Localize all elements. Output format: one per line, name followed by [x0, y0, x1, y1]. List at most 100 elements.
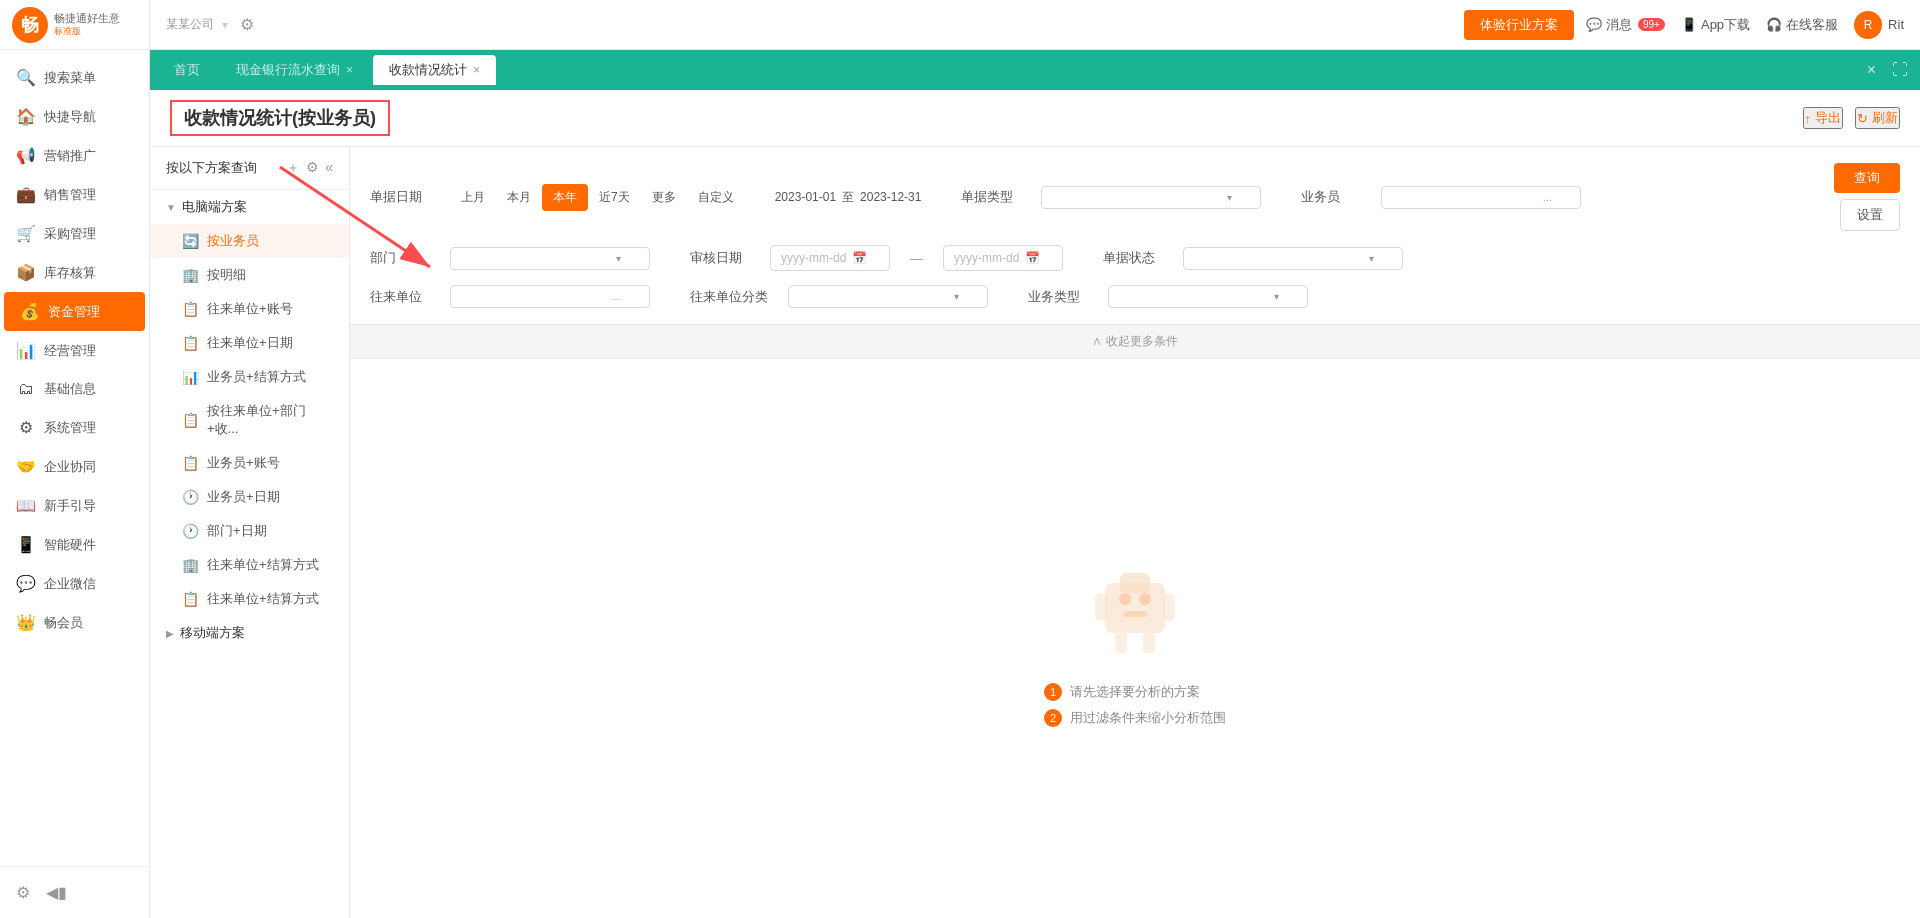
wechat-icon: 💬 [16, 574, 36, 593]
collapse-sidebar-icon[interactable]: ◀▮ [46, 883, 67, 902]
collapse-scheme-icon[interactable]: « [325, 159, 333, 177]
sidebar-item-marketing[interactable]: 📢 营销推广 [0, 136, 149, 175]
tab-receipt-stats[interactable]: 收款情况统计 × [373, 55, 496, 85]
setting-button[interactable]: 设置 [1840, 199, 1900, 231]
date-range: 2023-01-01 至 2023-12-31 [775, 189, 922, 206]
svg-point-2 [1119, 593, 1131, 605]
sidebar-item-purchase[interactable]: 🛒 采购管理 [0, 214, 149, 253]
online-service-area[interactable]: 🎧 在线客服 [1766, 16, 1838, 34]
svg-rect-4 [1123, 611, 1147, 617]
salesperson-arrow-icon: … [1542, 192, 1552, 203]
sidebar-item-system[interactable]: ⚙ 系统管理 [0, 408, 149, 447]
pc-section-arrow-icon: ▼ [166, 202, 176, 213]
sidebar-item-member[interactable]: 👑 畅会员 [0, 603, 149, 642]
sidebar-item-enterprise[interactable]: 🤝 企业协同 [0, 447, 149, 486]
scheme-item-unit-settle1[interactable]: 🏢 往来单位+结算方式 [150, 548, 349, 582]
export-button[interactable]: ↑ 导出 [1803, 107, 1844, 129]
salesperson-settle-icon: 📊 [182, 369, 199, 385]
hint-item-2: 2 用过滤条件来缩小分析范围 [1044, 709, 1226, 727]
by-salesperson-icon: 🔄 [182, 233, 199, 249]
hint-item-1: 1 请先选择要分析的方案 [1044, 683, 1226, 701]
sidebar-item-basic-info[interactable]: 🗂 基础信息 [0, 370, 149, 408]
member-icon: 👑 [16, 613, 36, 632]
message-area[interactable]: 💬 消息 99+ [1586, 16, 1665, 34]
dept-date-icon: 🕐 [182, 523, 199, 539]
shortcut-this-year[interactable]: 本年 [542, 184, 588, 211]
audit-date-from-calendar-icon: 📅 [852, 251, 867, 265]
scheme-item-unit-settle2[interactable]: 📋 往来单位+结算方式 [150, 582, 349, 616]
empty-hints: 1 请先选择要分析的方案 2 用过滤条件来缩小分析范围 [1044, 683, 1226, 735]
doc-type-select[interactable]: ▾ [1041, 186, 1261, 209]
collapse-bar[interactable]: ∧ 收起更多条件 [350, 325, 1920, 359]
audit-date-from[interactable]: yyyy-mm-dd 📅 [770, 245, 890, 271]
svg-rect-6 [1163, 593, 1175, 621]
sidebar-item-guide[interactable]: 📖 新手引导 [0, 486, 149, 525]
content-with-sidebar: 按以下方案查询 ＋ ⚙ « ▼ 电脑端方案 [150, 147, 1920, 918]
page-title: 收款情况统计(按业务员) [170, 100, 390, 136]
shortcut-last-month[interactable]: 上月 [450, 184, 496, 211]
operations-icon: 📊 [16, 341, 36, 360]
refresh-button[interactable]: ↻ 刷新 [1855, 107, 1900, 129]
sidebar-item-finance[interactable]: 💰 资金管理 [4, 292, 145, 331]
maximize-icon[interactable]: ⛶ [1888, 57, 1912, 83]
query-button[interactable]: 查询 [1834, 163, 1900, 193]
tab-bar-right: × ⛶ [1863, 57, 1912, 83]
tab-bar: 首页 现金银行流水查询 × 收款情况统计 × × ⛶ [150, 50, 1920, 90]
shortcut-more[interactable]: 更多 [641, 184, 687, 211]
partner-cat-select[interactable]: ▾ [788, 285, 988, 308]
scheme-section-pc: ▼ 电脑端方案 🔄 按业务员 🏢 按明细 📋 [150, 190, 349, 616]
page-content: 收款情况统计(按业务员) ↑ 导出 ↻ 刷新 按以下方 [150, 90, 1920, 918]
scheme-item-salesperson-settle[interactable]: 📊 业务员+结算方式 [150, 360, 349, 394]
sidebar-item-sales[interactable]: 💼 销售管理 [0, 175, 149, 214]
add-scheme-icon[interactable]: ＋ [286, 159, 300, 177]
partner-arrow-icon: … [611, 291, 621, 302]
sidebar-item-quick-nav[interactable]: 🏠 快捷导航 [0, 97, 149, 136]
close-window-icon[interactable]: × [1863, 57, 1880, 83]
svg-rect-8 [1143, 633, 1155, 653]
dept-select[interactable]: ▾ [450, 247, 650, 270]
shortcut-last-7[interactable]: 近7天 [588, 184, 641, 211]
trial-button[interactable]: 体验行业方案 [1464, 10, 1574, 40]
audit-date-to[interactable]: yyyy-mm-dd 📅 [943, 245, 1063, 271]
user-area[interactable]: R Rit [1854, 11, 1904, 39]
settings-icon[interactable]: ⚙ [16, 883, 30, 902]
sidebar-item-smart-hw[interactable]: 📱 智能硬件 [0, 525, 149, 564]
refresh-icon: ↻ [1857, 111, 1868, 126]
tab-bank-flow[interactable]: 现金银行流水查询 × [220, 55, 369, 85]
settings-scheme-icon[interactable]: ⚙ [306, 159, 319, 177]
inventory-icon: 📦 [16, 263, 36, 282]
unit-settle2-icon: 📋 [182, 591, 199, 607]
scheme-item-unit-date[interactable]: 📋 往来单位+日期 [150, 326, 349, 360]
scheme-item-salesperson-date[interactable]: 🕐 业务员+日期 [150, 480, 349, 514]
gear-settings-icon[interactable]: ⚙ [240, 15, 254, 34]
sidebar-item-wechat[interactable]: 💬 企业微信 [0, 564, 149, 603]
tab-bank-flow-close-icon[interactable]: × [346, 63, 353, 77]
salesperson-select[interactable]: … [1381, 186, 1581, 209]
partner-select[interactable]: … [450, 285, 650, 308]
doc-status-select[interactable]: ▾ [1183, 247, 1403, 270]
scheme-section-header-pc[interactable]: ▼ 电脑端方案 [150, 190, 349, 224]
biz-type-select[interactable]: ▾ [1108, 285, 1308, 308]
scheme-item-by-detail[interactable]: 🏢 按明细 [150, 258, 349, 292]
scheme-section-header-mobile[interactable]: ▶ 移动端方案 [150, 616, 349, 650]
scheme-item-salesperson-account[interactable]: 📋 业务员+账号 [150, 446, 349, 480]
empty-robot-image [1075, 543, 1195, 663]
enterprise-icon: 🤝 [16, 457, 36, 476]
app-download-area[interactable]: 📱 App下载 [1681, 16, 1750, 34]
scheme-item-unit-account[interactable]: 📋 往来单位+账号 [150, 292, 349, 326]
svg-rect-5 [1095, 593, 1107, 621]
sidebar-item-search[interactable]: 🔍 搜索菜单 [0, 58, 149, 97]
shortcut-this-month[interactable]: 本月 [496, 184, 542, 211]
scheme-item-dept-date[interactable]: 🕐 部门+日期 [150, 514, 349, 548]
tab-receipt-stats-close-icon[interactable]: × [473, 63, 480, 77]
scheme-item-unit-dept-recv[interactable]: 📋 按往来单位+部门+收... [150, 394, 349, 446]
shortcut-custom[interactable]: 自定义 [687, 184, 745, 211]
scheme-item-by-salesperson[interactable]: 🔄 按业务员 [150, 224, 349, 258]
doc-type-label: 单据类型 [961, 188, 1021, 206]
tab-home[interactable]: 首页 [158, 55, 216, 85]
by-detail-icon: 🏢 [182, 267, 199, 283]
sidebar-item-inventory[interactable]: 📦 库存核算 [0, 253, 149, 292]
page-title-actions: ↑ 导出 ↻ 刷新 [1803, 107, 1901, 129]
filter-area: 单据日期 上月 本月 本年 近7天 更多 自定义 2023-01-01 [350, 147, 1920, 918]
sidebar-item-operations[interactable]: 📊 经营管理 [0, 331, 149, 370]
